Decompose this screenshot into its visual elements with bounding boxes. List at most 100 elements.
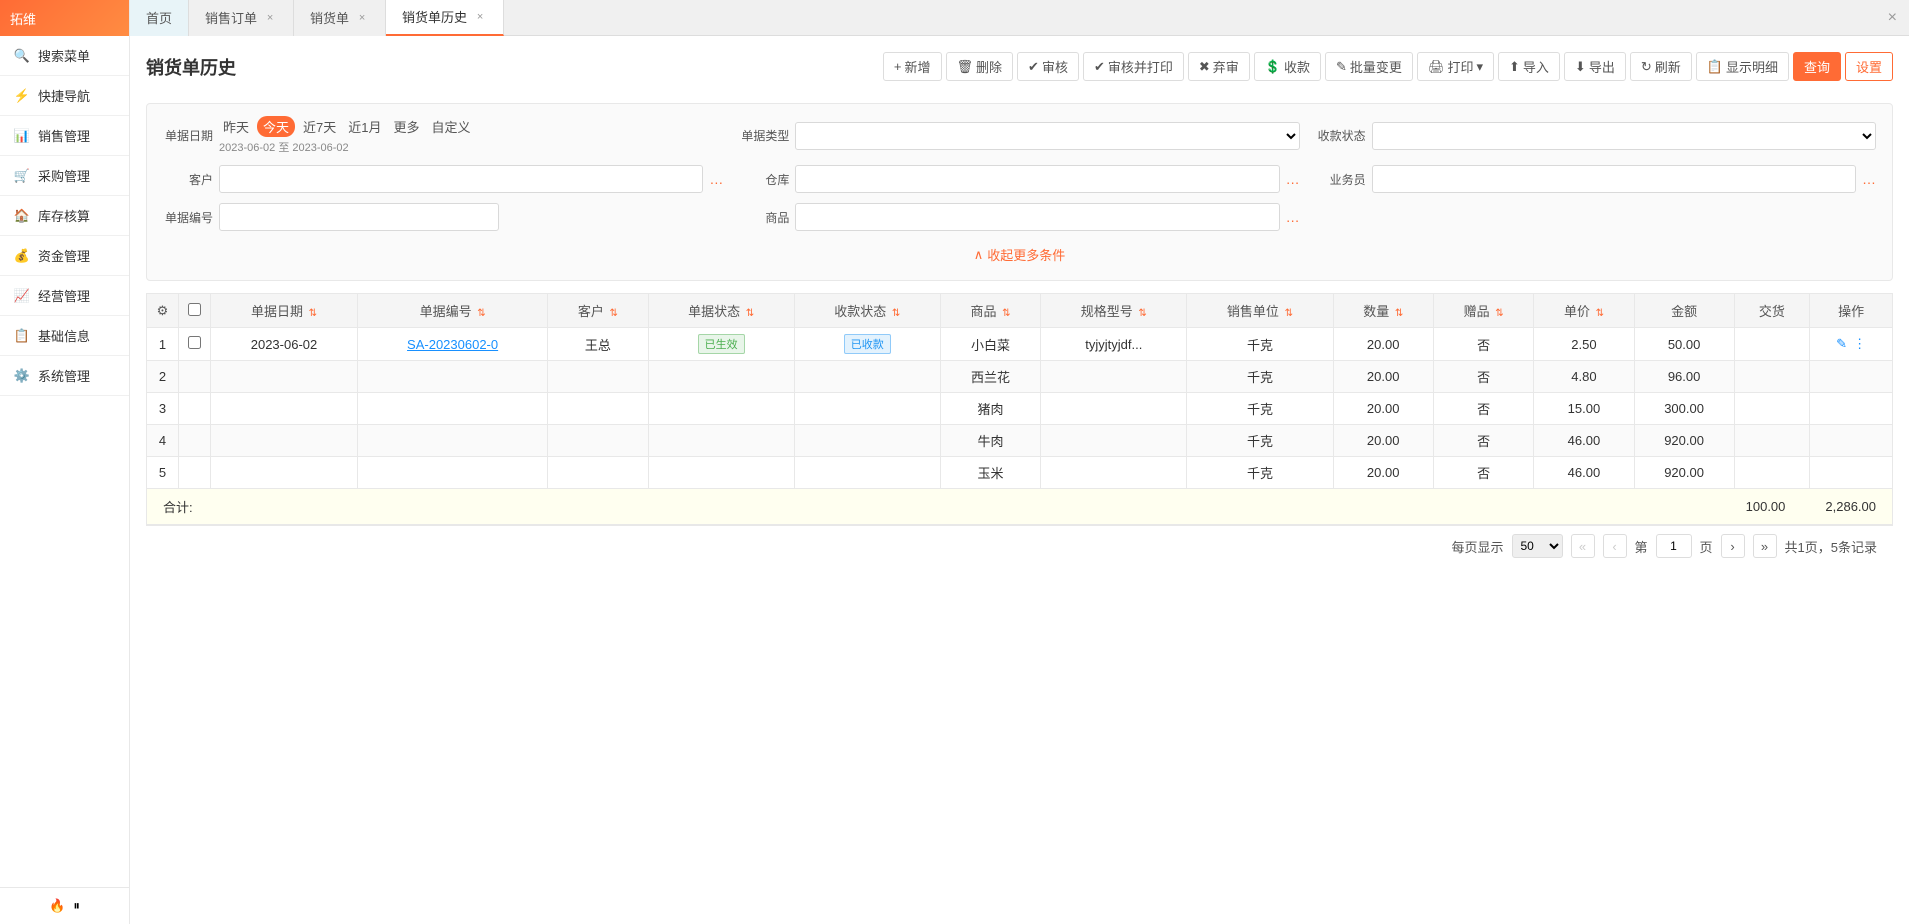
product-input[interactable] bbox=[795, 203, 1279, 231]
doc-type-label: 单据类型 bbox=[739, 127, 789, 144]
sidebar-item-sys-mgmt[interactable]: ⚙️ 系统管理 bbox=[0, 356, 129, 396]
pay-status-label: 收款状态 bbox=[1316, 127, 1366, 144]
tab-sales-order[interactable]: 销售订单 × bbox=[189, 0, 294, 36]
date-shortcut-1month[interactable]: 近1月 bbox=[344, 116, 385, 137]
filter-group-product: 商品 … bbox=[739, 203, 1299, 231]
col-unit[interactable]: 销售单位 ⇅ bbox=[1187, 294, 1333, 328]
tab-sales-order-close[interactable]: × bbox=[263, 11, 277, 25]
doc-no-link[interactable]: SA-20230602-0 bbox=[407, 337, 498, 352]
product-dots[interactable]: … bbox=[1286, 209, 1300, 225]
row-price: 2.50 bbox=[1534, 328, 1634, 361]
import-button[interactable]: ⬆ 导入 bbox=[1498, 52, 1560, 81]
batch-change-button[interactable]: ✎ 批量变更 bbox=[1325, 52, 1413, 81]
settings-button[interactable]: 设置 bbox=[1845, 52, 1893, 81]
col-qty[interactable]: 数量 ⇅ bbox=[1333, 294, 1433, 328]
print-label: 打印 bbox=[1447, 57, 1473, 76]
col-pay-status[interactable]: 收款状态 ⇅ bbox=[794, 294, 940, 328]
row-select-checkbox[interactable] bbox=[188, 336, 201, 349]
sidebar-item-search-menu[interactable]: 🔍 搜索菜单 bbox=[0, 36, 129, 76]
sidebar-item-inventory-calc[interactable]: 🏠 库存核算 bbox=[0, 196, 129, 236]
date-shortcut-7days[interactable]: 近7天 bbox=[299, 116, 340, 137]
col-price[interactable]: 单价 ⇅ bbox=[1534, 294, 1634, 328]
col-price-label: 单价 bbox=[1564, 304, 1590, 319]
collapse-button[interactable]: ∧ 收起更多条件 bbox=[163, 241, 1876, 268]
collect-button[interactable]: 💲 收款 bbox=[1254, 52, 1321, 81]
fire-icon[interactable]: 🔥 bbox=[49, 898, 65, 914]
customer-input[interactable] bbox=[219, 165, 703, 193]
sidebar-item-label: 经营管理 bbox=[38, 286, 90, 305]
delete-button[interactable]: 🗑 删除 bbox=[946, 52, 1014, 81]
tab-sales-delivery-close[interactable]: × bbox=[355, 11, 369, 25]
abandon-button[interactable]: ✖ 弃审 bbox=[1188, 52, 1250, 81]
sidebar-item-ops-mgmt[interactable]: 📈 经营管理 bbox=[0, 276, 129, 316]
row-doc-status bbox=[648, 425, 794, 457]
salesman-dots[interactable]: … bbox=[1862, 171, 1876, 187]
col-customer[interactable]: 客户 ⇅ bbox=[548, 294, 648, 328]
select-all-checkbox[interactable] bbox=[188, 303, 201, 316]
pay-status-select[interactable] bbox=[1372, 122, 1876, 150]
filter-row-1: 单据日期 昨天 今天 近7天 近1月 更多 自定义 2023-06-02 至 2… bbox=[163, 116, 1876, 155]
customer-dots[interactable]: … bbox=[709, 171, 723, 187]
row-spec bbox=[1041, 425, 1187, 457]
warehouse-dots[interactable]: … bbox=[1286, 171, 1300, 187]
row-pay-status bbox=[794, 361, 940, 393]
salesman-input[interactable] bbox=[1372, 165, 1856, 193]
table-settings-icon[interactable]: ⚙ bbox=[157, 303, 169, 318]
col-gift[interactable]: 赠品 ⇅ bbox=[1433, 294, 1533, 328]
date-shortcut-more[interactable]: 更多 bbox=[390, 116, 424, 137]
row-action bbox=[1810, 457, 1893, 489]
row-unit: 千克 bbox=[1187, 457, 1333, 489]
row-doc-status bbox=[648, 393, 794, 425]
collapse-label: 收起更多条件 bbox=[987, 245, 1065, 264]
row-trade bbox=[1734, 328, 1810, 361]
warehouse-input[interactable] bbox=[795, 165, 1279, 193]
export-button[interactable]: ⬇ 导出 bbox=[1564, 52, 1626, 81]
table-row: 5 玉米 千克 20.00 否 46.00 920.00 bbox=[147, 457, 1893, 489]
col-product[interactable]: 商品 ⇅ bbox=[940, 294, 1040, 328]
sidebar-item-sales-mgmt[interactable]: 📊 销售管理 bbox=[0, 116, 129, 156]
more-icon[interactable]: ⋮ bbox=[1853, 336, 1866, 351]
doc-no-input[interactable] bbox=[219, 203, 499, 231]
row-amount: 50.00 bbox=[1634, 328, 1734, 361]
row-spec: tyjyjtyjdf... bbox=[1041, 328, 1187, 361]
first-page-btn[interactable]: « bbox=[1571, 534, 1595, 558]
refresh-button[interactable]: ↻ 刷新 bbox=[1630, 52, 1692, 81]
show-detail-button[interactable]: 📋 显示明细 bbox=[1696, 52, 1789, 81]
col-unit-label: 销售单位 bbox=[1227, 304, 1279, 319]
export-icon: ⬇ bbox=[1575, 59, 1586, 75]
audit-print-button[interactable]: ✔ 审核并打印 bbox=[1083, 52, 1184, 81]
tab-sales-history[interactable]: 销货单历史 × bbox=[386, 0, 504, 36]
row-customer bbox=[548, 393, 648, 425]
sidebar-item-label: 搜索菜单 bbox=[38, 46, 90, 65]
next-page-btn[interactable]: › bbox=[1721, 534, 1745, 558]
col-doc-no[interactable]: 单据编号 ⇅ bbox=[357, 294, 547, 328]
pause-icon[interactable]: ⏸ bbox=[73, 898, 80, 914]
row-unit: 千克 bbox=[1187, 393, 1333, 425]
sidebar-item-quick-nav[interactable]: ⚡ 快捷导航 bbox=[0, 76, 129, 116]
per-page-select[interactable]: 50 20 100 bbox=[1512, 534, 1563, 558]
date-shortcuts-container: 昨天 今天 近7天 近1月 更多 自定义 2023-06-02 至 2023-0… bbox=[219, 116, 475, 155]
tab-sales-history-close[interactable]: × bbox=[473, 10, 487, 24]
page-input[interactable] bbox=[1656, 534, 1692, 558]
sidebar-item-finance-mgmt[interactable]: 💰 资金管理 bbox=[0, 236, 129, 276]
col-settings[interactable]: ⚙ bbox=[147, 294, 179, 328]
tab-sales-delivery[interactable]: 销货单 × bbox=[294, 0, 386, 36]
date-shortcut-yesterday[interactable]: 昨天 bbox=[219, 116, 253, 137]
query-button[interactable]: 查询 bbox=[1793, 52, 1841, 81]
date-shortcut-custom[interactable]: 自定义 bbox=[428, 116, 475, 137]
print-button[interactable]: 🖨 打印 ▾ bbox=[1417, 52, 1494, 81]
date-shortcut-today[interactable]: 今天 bbox=[257, 116, 295, 137]
doc-type-select[interactable] bbox=[795, 122, 1299, 150]
audit-button[interactable]: ✔ 审核 bbox=[1017, 52, 1079, 81]
col-spec[interactable]: 规格型号 ⇅ bbox=[1041, 294, 1187, 328]
prev-page-btn[interactable]: ‹ bbox=[1603, 534, 1627, 558]
sidebar-item-base-info[interactable]: 📋 基础信息 bbox=[0, 316, 129, 356]
tab-home[interactable]: 首页 bbox=[130, 0, 189, 36]
col-doc-status[interactable]: 单据状态 ⇅ bbox=[648, 294, 794, 328]
col-doc-date[interactable]: 单据日期 ⇅ bbox=[211, 294, 358, 328]
tab-bar-close-btn[interactable]: × bbox=[1876, 9, 1909, 27]
last-page-btn[interactable]: » bbox=[1753, 534, 1777, 558]
new-button[interactable]: + 新增 bbox=[883, 52, 942, 81]
sidebar-item-purchase-mgmt[interactable]: 🛒 采购管理 bbox=[0, 156, 129, 196]
edit-icon[interactable]: ✎ bbox=[1836, 336, 1847, 351]
